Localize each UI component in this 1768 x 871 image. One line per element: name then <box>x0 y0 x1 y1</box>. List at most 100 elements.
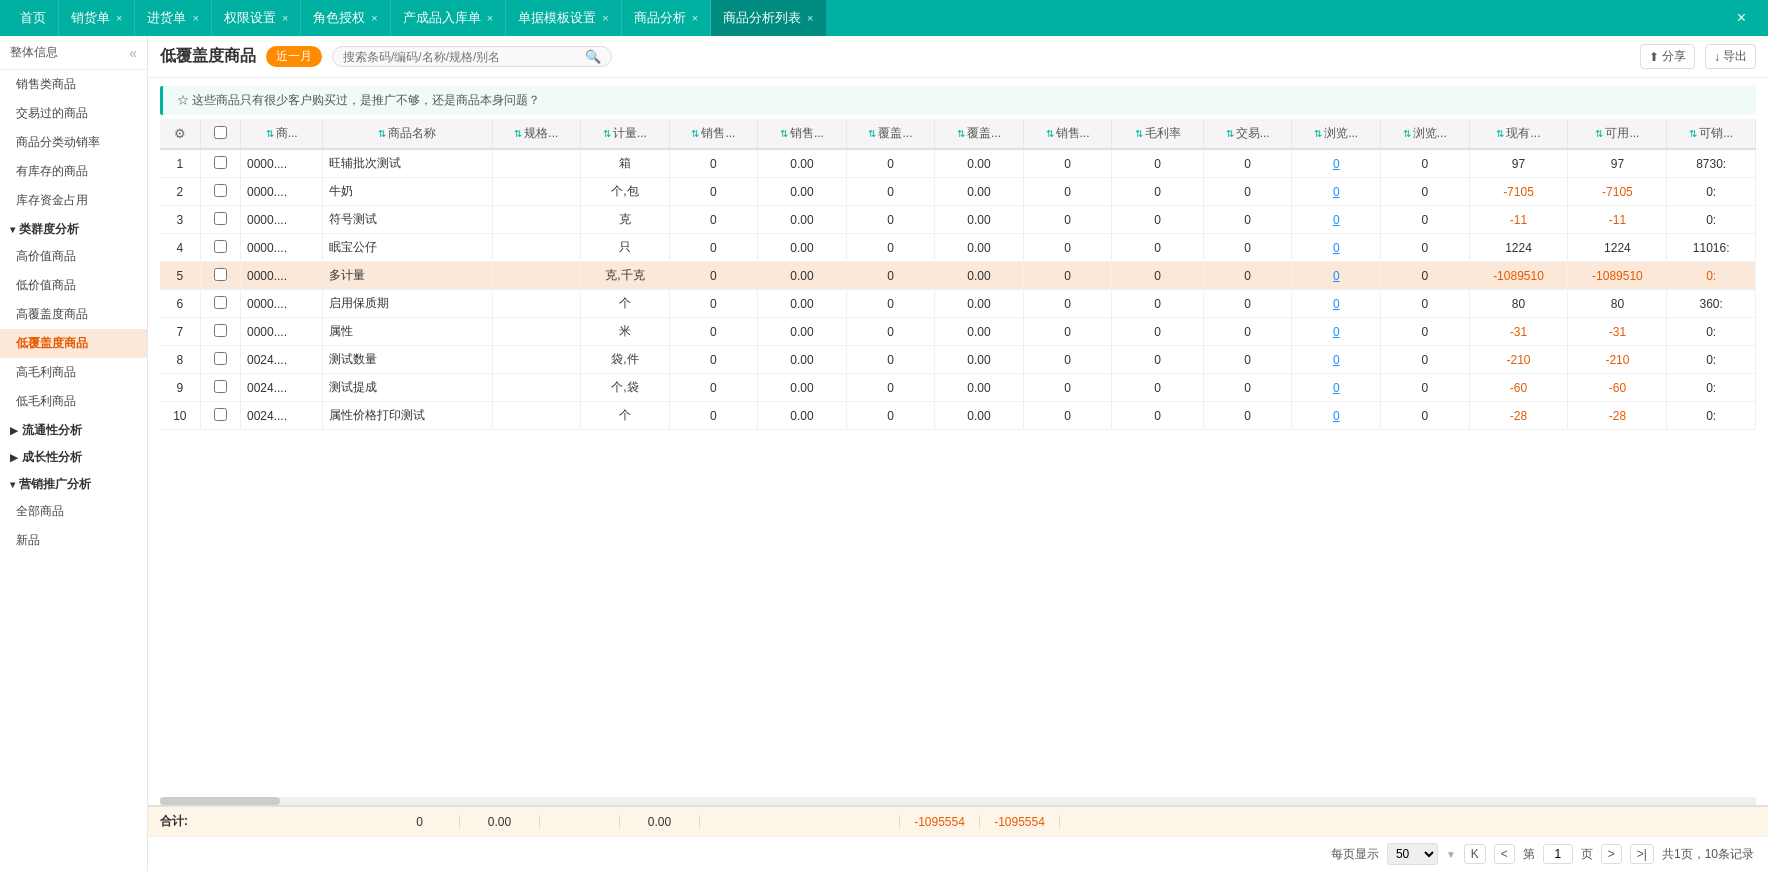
page-title: 低覆盖度商品 <box>160 46 256 67</box>
page-label: 第 <box>1523 846 1535 863</box>
window-close-button[interactable]: × <box>1723 0 1760 36</box>
search-icon: 🔍 <box>585 49 601 64</box>
total-info: 共1页，10条记录 <box>1662 846 1754 863</box>
search-box: 🔍 <box>332 46 612 67</box>
row-checkbox[interactable] <box>214 380 227 393</box>
select-all-checkbox[interactable] <box>214 126 227 139</box>
col-browse2[interactable]: ⇅浏览... <box>1380 119 1469 149</box>
sidebar-header: 整体信息 « <box>0 36 147 70</box>
page-size-select[interactable]: 50 20 100 200 <box>1387 843 1438 865</box>
nav-template-setting[interactable]: 单据模板设置 × <box>506 0 621 36</box>
search-input[interactable] <box>343 50 585 64</box>
sidebar: 整体信息 « 销售类商品 交易过的商品 商品分类动销率 有库存的商品 库存资金占… <box>0 36 148 871</box>
nav-purchase-order[interactable]: 进货单 × <box>135 0 211 36</box>
nav-product-entry[interactable]: 产成品入库单 × <box>391 0 506 36</box>
nav-role-auth[interactable]: 角色授权 × <box>301 0 390 36</box>
sidebar-group-cluster[interactable]: ▾ 类群度分析 <box>0 215 147 242</box>
chevron-down-icon: ▼ <box>1446 849 1456 860</box>
sidebar-item-new-goods[interactable]: 新品 <box>0 526 147 555</box>
sidebar-group-marketing[interactable]: ▾ 营销推广分析 <box>0 470 147 497</box>
share-button[interactable]: ⬆ 分享 <box>1640 44 1695 69</box>
col-sales-qty[interactable]: ⇅销售... <box>669 119 758 149</box>
row-checkbox[interactable] <box>214 352 227 365</box>
col-available[interactable]: ⇅可用... <box>1568 119 1667 149</box>
col-unit[interactable]: ⇅计量... <box>581 119 670 149</box>
close-template-setting-icon[interactable]: × <box>602 12 608 24</box>
sidebar-group-cluster-arrow: ▾ <box>10 224 15 235</box>
page-size-label: 每页显示 <box>1331 846 1379 863</box>
table-row: 90024....测试提成个,袋00.0000.0000000-60-600: <box>160 374 1756 402</box>
sidebar-item-traded-goods[interactable]: 交易过的商品 <box>0 99 147 128</box>
next-page-button[interactable]: > <box>1601 844 1622 864</box>
col-settings[interactable]: ⚙ <box>160 119 200 149</box>
close-permission-icon[interactable]: × <box>282 12 288 24</box>
row-checkbox[interactable] <box>214 240 227 253</box>
settings-icon[interactable]: ⚙ <box>174 126 186 141</box>
first-page-button[interactable]: K <box>1464 844 1486 864</box>
sidebar-item-all-goods[interactable]: 全部商品 <box>0 497 147 526</box>
col-name[interactable]: ⇅商品名称 <box>323 119 492 149</box>
row-checkbox[interactable] <box>214 296 227 309</box>
sidebar-item-sales-goods[interactable]: 销售类商品 <box>0 70 147 99</box>
close-product-analysis-list-icon[interactable]: × <box>807 12 813 24</box>
sidebar-item-category-rate[interactable]: 商品分类动销率 <box>0 128 147 157</box>
footer-current: -1095554 <box>900 815 980 829</box>
row-checkbox[interactable] <box>214 184 227 197</box>
sidebar-group-circulation[interactable]: ▶ 流通性分析 <box>0 416 147 443</box>
sidebar-item-low-margin[interactable]: 低毛利商品 <box>0 387 147 416</box>
sidebar-header-title: 整体信息 <box>10 44 58 61</box>
col-profit-rate[interactable]: ⇅毛利率 <box>1112 119 1204 149</box>
col-trade[interactable]: ⇅交易... <box>1203 119 1292 149</box>
page-header: 低覆盖度商品 近一月 🔍 ⬆ 分享 ↓ 导出 <box>148 36 1768 78</box>
footer-total-label: 合计: <box>160 813 380 830</box>
export-icon: ↓ <box>1714 50 1720 64</box>
sidebar-item-high-value[interactable]: 高价值商品 <box>0 242 147 271</box>
prev-page-button[interactable]: < <box>1494 844 1515 864</box>
footer-cover2 <box>540 815 620 829</box>
sidebar-item-low-value[interactable]: 低价值商品 <box>0 271 147 300</box>
sidebar-group-growth-arrow: ▶ <box>10 452 18 463</box>
col-current[interactable]: ⇅现有... <box>1469 119 1568 149</box>
last-page-button[interactable]: >| <box>1630 844 1654 864</box>
col-sales3[interactable]: ⇅销售... <box>1023 119 1112 149</box>
col-spec[interactable]: ⇅规格... <box>492 119 581 149</box>
nav-permission[interactable]: 权限设置 × <box>212 0 301 36</box>
row-checkbox[interactable] <box>214 212 227 225</box>
row-checkbox[interactable] <box>214 156 227 169</box>
row-checkbox[interactable] <box>214 324 227 337</box>
sidebar-item-stock-capital[interactable]: 库存资金占用 <box>0 186 147 215</box>
close-product-analysis-icon[interactable]: × <box>692 12 698 24</box>
table-row: 100024....属性价格打印测试个00.0000.0000000-28-28… <box>160 402 1756 430</box>
row-checkbox[interactable] <box>214 268 227 281</box>
sidebar-item-stocked-goods[interactable]: 有库存的商品 <box>0 157 147 186</box>
pagination-bar: 每页显示 50 20 100 200 ▼ K < 第 页 > >| 共1页，10… <box>148 836 1768 871</box>
col-code[interactable]: ⇅商... <box>241 119 323 149</box>
footer-values: 0 0.00 0.00 -1095554 -1095554 <box>380 815 1060 829</box>
nav-sales-order[interactable]: 销货单 × <box>59 0 135 36</box>
horizontal-scrollbar[interactable] <box>160 797 1756 805</box>
nav-product-analysis-list[interactable]: 商品分析列表 × <box>711 0 826 36</box>
row-checkbox[interactable] <box>214 408 227 421</box>
page-input[interactable] <box>1543 844 1573 864</box>
col-cover2[interactable]: ⇅覆盖... <box>935 119 1024 149</box>
col-saleable[interactable]: ⇅可销... <box>1667 119 1756 149</box>
col-sales-amt[interactable]: ⇅销售... <box>758 119 847 149</box>
sidebar-item-low-coverage[interactable]: 低覆盖度商品 <box>0 329 147 358</box>
close-sales-order-icon[interactable]: × <box>116 12 122 24</box>
nav-home[interactable]: 首页 <box>8 0 59 36</box>
date-filter-button[interactable]: 近一月 <box>266 46 322 67</box>
sidebar-item-high-margin[interactable]: 高毛利商品 <box>0 358 147 387</box>
close-product-entry-icon[interactable]: × <box>487 12 493 24</box>
nav-product-analysis[interactable]: 商品分析 × <box>622 0 711 36</box>
close-purchase-order-icon[interactable]: × <box>192 12 198 24</box>
sidebar-collapse-button[interactable]: « <box>129 45 137 61</box>
col-browse1[interactable]: ⇅浏览... <box>1292 119 1381 149</box>
col-cover1[interactable]: ⇅覆盖... <box>846 119 935 149</box>
sidebar-item-high-coverage[interactable]: 高覆盖度商品 <box>0 300 147 329</box>
table-row: 70000....属性米00.0000.0000000-31-310: <box>160 318 1756 346</box>
sidebar-group-growth[interactable]: ▶ 成长性分析 <box>0 443 147 470</box>
col-checkbox <box>200 119 240 149</box>
scrollbar-thumb[interactable] <box>160 797 280 805</box>
export-button[interactable]: ↓ 导出 <box>1705 44 1756 69</box>
close-role-auth-icon[interactable]: × <box>371 12 377 24</box>
